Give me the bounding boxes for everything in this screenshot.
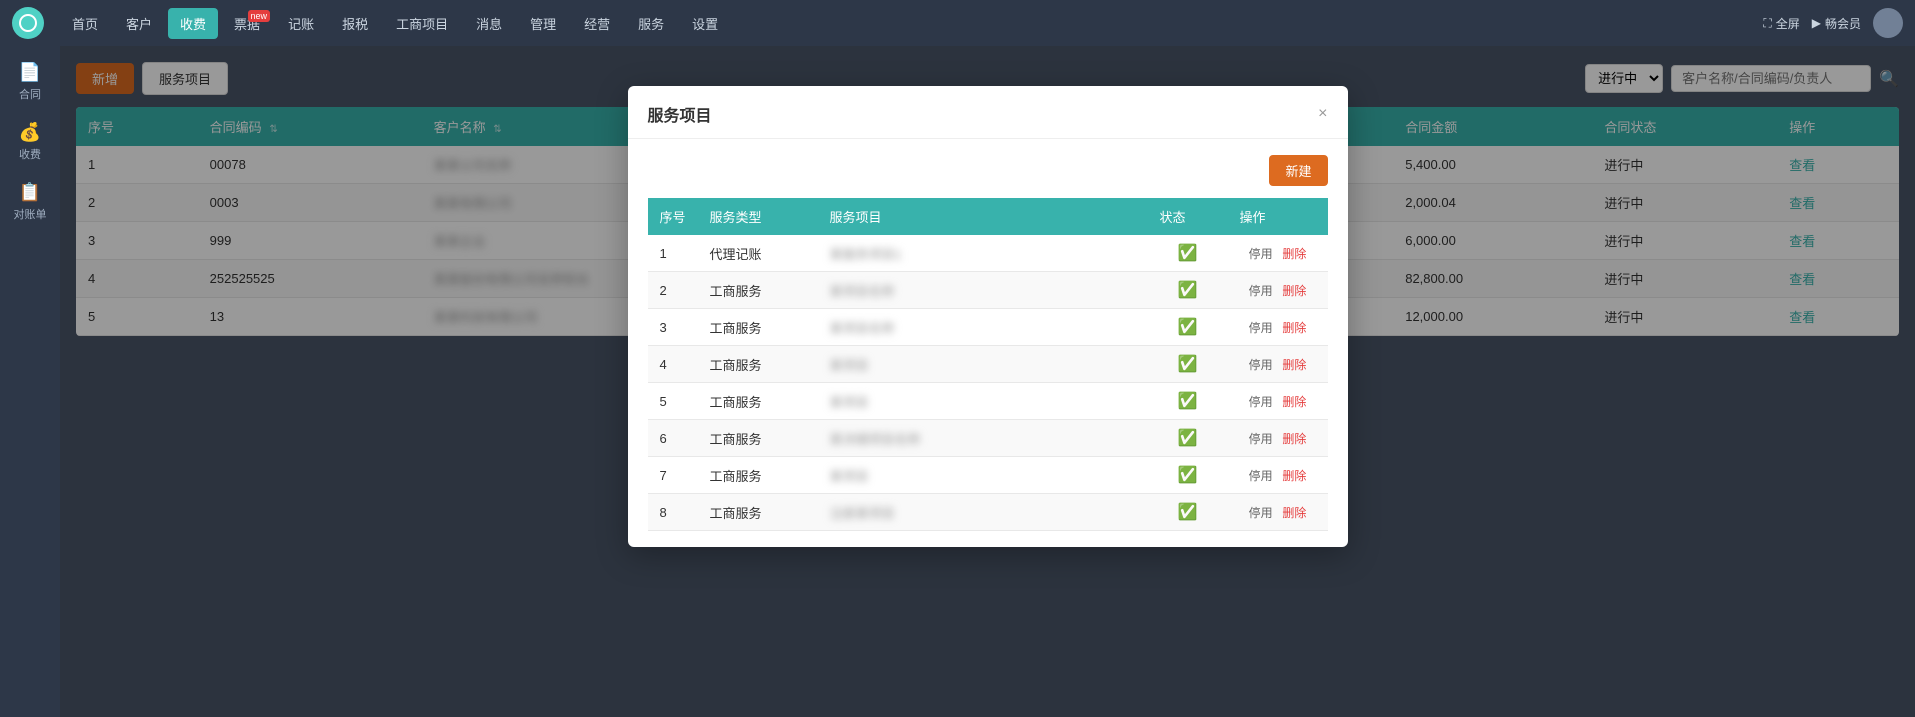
nav-tax[interactable]: 报税 <box>330 8 380 39</box>
nav-manage[interactable]: 管理 <box>518 8 568 39</box>
nav-invoice[interactable]: 票据 new <box>222 8 272 39</box>
nav-operation[interactable]: 经营 <box>572 8 622 39</box>
mth-type: 服务类型 <box>698 198 818 235</box>
contract-icon: 📄 <box>19 62 41 83</box>
fee-icon: 💰 <box>19 122 41 143</box>
delete-button[interactable]: 删除 <box>1282 245 1306 262</box>
modal-table-row: 6 工商服务 某详细项目名称 ✅ 停用 删除 <box>648 420 1328 457</box>
mth-op: 操作 <box>1228 198 1328 235</box>
status-check-icon: ✅ <box>1178 356 1198 373</box>
status-check-icon: ✅ <box>1178 393 1198 410</box>
top-navigation: 首页 客户 收费 票据 new 记账 报税 工商项目 消息 管理 经营 服务 设… <box>0 0 1915 46</box>
stop-button[interactable]: 停用 <box>1249 430 1273 447</box>
nav-menu: 首页 客户 收费 票据 new 记账 报税 工商项目 消息 管理 经营 服务 设… <box>60 8 1763 39</box>
modal-table-row: 1 代理记账 某服务项目1 ✅ 停用 删除 <box>648 235 1328 272</box>
stop-button[interactable]: 停用 <box>1249 319 1273 336</box>
stop-button[interactable]: 停用 <box>1249 282 1273 299</box>
mth-item: 服务项目 <box>818 198 1148 235</box>
status-check-icon: ✅ <box>1178 245 1198 262</box>
user-avatar[interactable] <box>1873 8 1903 38</box>
status-check-icon: ✅ <box>1178 319 1198 336</box>
nav-settings[interactable]: 设置 <box>680 8 730 39</box>
stop-button[interactable]: 停用 <box>1249 504 1273 521</box>
modal-table-row: 7 工商服务 某项目 ✅ 停用 删除 <box>648 457 1328 494</box>
app-logo[interactable] <box>12 7 44 39</box>
service-items-modal: 服务项目 × 新建 序号 服务类型 服务项目 <box>628 86 1348 547</box>
delete-button[interactable]: 删除 <box>1282 430 1306 447</box>
stop-button[interactable]: 停用 <box>1249 393 1273 410</box>
mth-seq: 序号 <box>648 198 698 235</box>
modal-header: 服务项目 × <box>628 86 1348 139</box>
modal-table-wrapper: 序号 服务类型 服务项目 状态 操作 1 代理记账 <box>648 198 1328 531</box>
top-nav-right: ⛶ 全屏 ▶ 畅会员 <box>1763 8 1903 38</box>
nav-service[interactable]: 服务 <box>626 8 676 39</box>
modal-table-header: 序号 服务类型 服务项目 状态 操作 <box>648 198 1328 235</box>
member-icon: ▶ <box>1812 16 1821 30</box>
delete-button[interactable]: 删除 <box>1282 319 1306 336</box>
modal-close-button[interactable]: × <box>1318 105 1327 123</box>
mth-status: 状态 <box>1148 198 1228 235</box>
fullscreen-button[interactable]: ⛶ 全屏 <box>1763 15 1799 32</box>
nav-bookkeeping[interactable]: 记账 <box>276 8 326 39</box>
left-sidebar: 📄 合同 💰 收费 📋 对账单 <box>0 46 60 717</box>
stop-button[interactable]: 停用 <box>1249 245 1273 262</box>
status-check-icon: ✅ <box>1178 430 1198 447</box>
nav-client[interactable]: 客户 <box>114 8 164 39</box>
nav-fee[interactable]: 收费 <box>168 8 218 39</box>
nav-business[interactable]: 工商项目 <box>384 8 460 39</box>
fullscreen-icon: ⛶ <box>1763 16 1771 31</box>
modal-table-row: 2 工商服务 某项目名称 ✅ 停用 删除 <box>648 272 1328 309</box>
status-check-icon: ✅ <box>1178 504 1198 521</box>
service-items-table: 序号 服务类型 服务项目 状态 操作 1 代理记账 <box>648 198 1328 531</box>
nav-badge-new: new <box>248 10 271 22</box>
logo-icon <box>19 14 37 32</box>
sidebar-item-reconcile[interactable]: 📋 对账单 <box>2 174 58 230</box>
main-layout: 📄 合同 💰 收费 📋 对账单 新增 服务项目 进行中 已完成 已终止 <box>0 46 1915 717</box>
member-button[interactable]: ▶ 畅会员 <box>1812 15 1861 32</box>
content-area: 新增 服务项目 进行中 已完成 已终止 🔍 序号 合同编码 <box>60 46 1915 717</box>
reconcile-icon: 📋 <box>19 182 41 203</box>
modal-table-row: 5 工商服务 某项目 ✅ 停用 删除 <box>648 383 1328 420</box>
nav-message[interactable]: 消息 <box>464 8 514 39</box>
sidebar-item-contract[interactable]: 📄 合同 <box>2 54 58 110</box>
modal-title: 服务项目 <box>648 102 712 126</box>
nav-home[interactable]: 首页 <box>60 8 110 39</box>
delete-button[interactable]: 删除 <box>1282 504 1306 521</box>
status-check-icon: ✅ <box>1178 282 1198 299</box>
sidebar-item-fee[interactable]: 💰 收费 <box>2 114 58 170</box>
stop-button[interactable]: 停用 <box>1249 356 1273 373</box>
delete-button[interactable]: 删除 <box>1282 356 1306 373</box>
modal-new-button[interactable]: 新建 <box>1269 155 1327 186</box>
modal-toolbar: 新建 <box>648 155 1328 186</box>
delete-button[interactable]: 删除 <box>1282 282 1306 299</box>
modal-overlay[interactable]: 服务项目 × 新建 序号 服务类型 服务项目 <box>60 46 1915 717</box>
stop-button[interactable]: 停用 <box>1249 467 1273 484</box>
modal-table-row: 8 工商服务 注册某项目 ✅ 停用 删除 <box>648 494 1328 531</box>
status-check-icon: ✅ <box>1178 467 1198 484</box>
modal-body: 新建 序号 服务类型 服务项目 状态 操作 <box>628 139 1348 547</box>
delete-button[interactable]: 删除 <box>1282 393 1306 410</box>
delete-button[interactable]: 删除 <box>1282 467 1306 484</box>
modal-table-row: 3 工商服务 某项目名称 ✅ 停用 删除 <box>648 309 1328 346</box>
modal-table-row: 4 工商服务 某项目 ✅ 停用 删除 <box>648 346 1328 383</box>
